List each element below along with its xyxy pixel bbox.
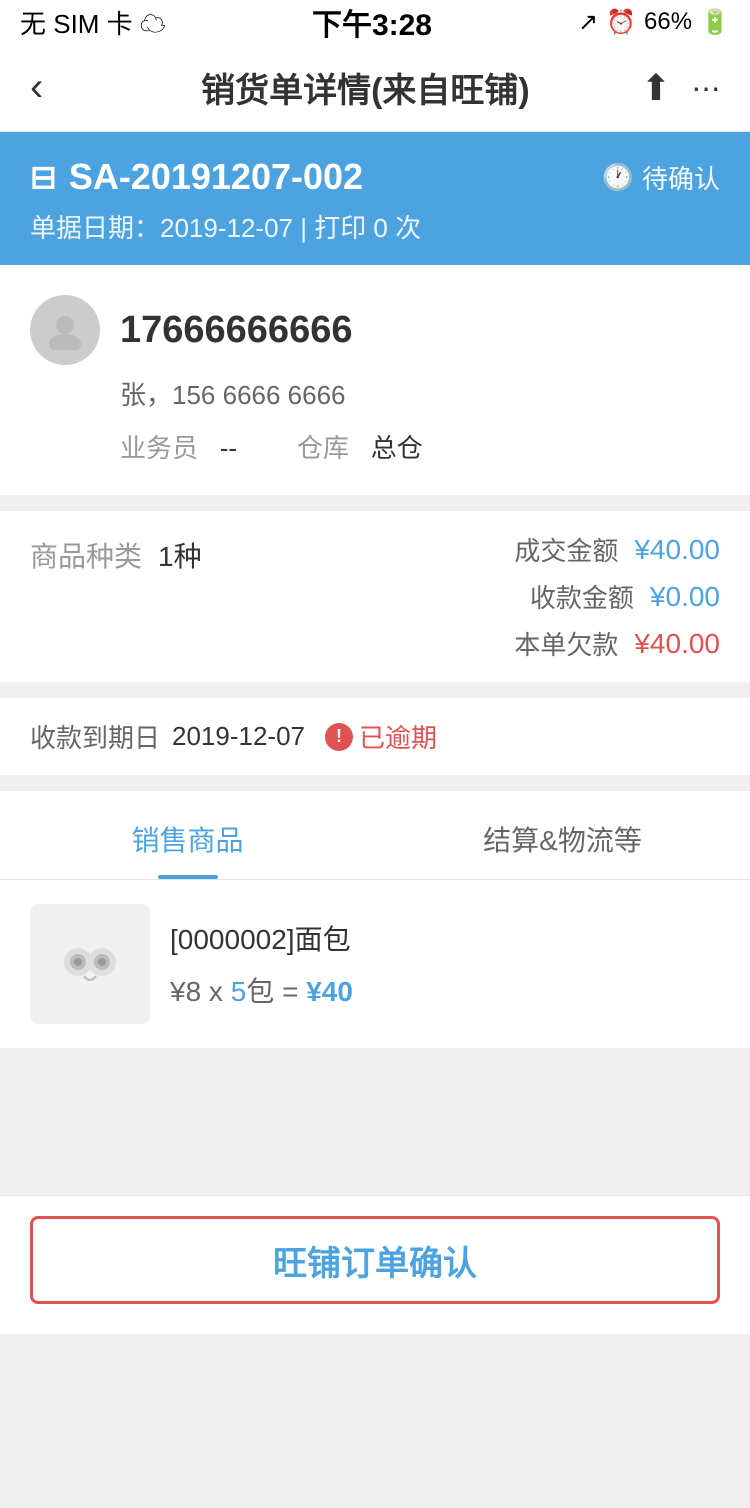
alarm-icon: ⏰ xyxy=(606,8,636,37)
status-left: 无 SIM 卡 ☁ xyxy=(20,4,166,41)
customer-phone: 17666666666 xyxy=(120,309,352,352)
nav-bar: ‹ 销货单详情(来自旺铺) ⬆ ··· xyxy=(0,44,750,132)
amounts: 成交金额 ¥40.00 收款金额 ¥0.00 本单欠款 ¥40.00 xyxy=(514,531,720,662)
owed-amount-row: 本单欠款 ¥40.00 xyxy=(514,625,720,662)
status-bar: 无 SIM 卡 ☁ 下午3:28 ↗ ⏰ 66% 🔋 xyxy=(0,0,750,44)
location-icon: ↗ xyxy=(578,8,598,37)
page-title: 销货单详情(来自旺铺) xyxy=(90,63,641,112)
summary-row: 商品种类 1种 成交金额 ¥40.00 收款金额 ¥0.00 本单欠款 ¥40.… xyxy=(30,531,720,662)
sim-status: 无 SIM 卡 ☁ xyxy=(20,4,166,41)
tab-sales-products[interactable]: 销售商品 xyxy=(0,791,375,879)
salesperson-label: 业务员 xyxy=(120,433,198,463)
product-types-label: 商品种类 xyxy=(30,535,142,575)
customer-row: 17666666666 xyxy=(30,295,720,365)
warehouse-label: 仓库 xyxy=(297,433,349,463)
customer-name: 张，156 6666 6666 xyxy=(120,375,720,412)
overdue-icon: ! xyxy=(325,723,353,751)
product-item: [0000002]面包 ¥8 x 5包 = ¥40 xyxy=(30,904,720,1024)
order-date: 单据日期：2019-12-07 | 打印 0 次 xyxy=(30,208,720,245)
product-unit: 包 xyxy=(246,976,274,1007)
product-price: ¥8 x xyxy=(170,976,231,1007)
tabs: 销售商品 结算&物流等 xyxy=(0,791,750,880)
product-qty: 5 xyxy=(231,976,247,1007)
tab-settlement-label: 结算&物流等 xyxy=(483,825,642,856)
product-equals: = xyxy=(274,976,306,1007)
product-thumbnail xyxy=(30,904,150,1024)
overdue-text: 已逾期 xyxy=(359,718,437,755)
product-info: [0000002]面包 ¥8 x 5包 = ¥40 xyxy=(170,918,720,1010)
order-id: ⊟ SA-20191207-002 xyxy=(30,156,363,198)
summary-section: 商品种类 1种 成交金额 ¥40.00 收款金额 ¥0.00 本单欠款 ¥40.… xyxy=(0,511,750,682)
status-time: 下午3:28 xyxy=(312,0,432,44)
product-total: ¥40 xyxy=(306,976,353,1007)
transaction-label: 成交金额 xyxy=(514,531,618,568)
order-header: ⊟ SA-20191207-002 🕐 待确认 单据日期：2019-12-07 … xyxy=(0,132,750,265)
product-types-value: 1种 xyxy=(158,535,202,575)
battery-icon: 🔋 xyxy=(700,8,730,37)
due-section: 收款到期日 2019-12-07 ! 已逾期 xyxy=(0,698,750,775)
order-status: 🕐 待确认 xyxy=(602,159,720,196)
nav-actions: ⬆ ··· xyxy=(641,67,720,109)
confirm-button[interactable]: 旺铺订单确认 xyxy=(30,1216,720,1304)
owed-label: 本单欠款 xyxy=(514,625,618,662)
owed-value: ¥40.00 xyxy=(634,628,720,660)
product-types: 商品种类 1种 xyxy=(30,531,202,575)
salesperson-value: -- xyxy=(220,433,237,463)
customer-meta: 业务员 -- 仓库 总仓 xyxy=(120,428,720,465)
received-amount-row: 收款金额 ¥0.00 xyxy=(530,578,720,615)
tab-settlement[interactable]: 结算&物流等 xyxy=(375,791,750,879)
order-id-text: SA-20191207-002 xyxy=(69,156,363,198)
more-button[interactable]: ··· xyxy=(691,69,720,106)
product-price-row: ¥8 x 5包 = ¥40 xyxy=(170,970,720,1010)
status-right: ↗ ⏰ 66% 🔋 xyxy=(578,8,730,37)
customer-section: 17666666666 张，156 6666 6666 业务员 -- 仓库 总仓 xyxy=(0,265,750,495)
back-button[interactable]: ‹ xyxy=(30,65,90,110)
overdue-badge: ! 已逾期 xyxy=(325,718,437,755)
transaction-amount-row: 成交金额 ¥40.00 xyxy=(514,531,720,568)
received-label: 收款金额 xyxy=(530,578,634,615)
product-name: [0000002]面包 xyxy=(170,918,720,958)
bottom-bar: 旺铺订单确认 xyxy=(0,1195,750,1334)
received-value: ¥0.00 xyxy=(650,581,720,613)
due-date: 2019-12-07 xyxy=(172,721,305,752)
status-clock-icon: 🕐 xyxy=(602,162,634,193)
warehouse-value: 总仓 xyxy=(371,433,423,463)
status-text: 待确认 xyxy=(642,159,720,196)
transaction-value: ¥40.00 xyxy=(634,534,720,566)
product-section: [0000002]面包 ¥8 x 5包 = ¥40 xyxy=(0,880,750,1048)
due-label: 收款到期日 xyxy=(30,718,160,755)
order-id-row: ⊟ SA-20191207-002 🕐 待确认 xyxy=(30,156,720,198)
avatar xyxy=(30,295,100,365)
tab-sales-label: 销售商品 xyxy=(131,825,243,856)
battery-status: 66% xyxy=(644,8,692,36)
order-icon: ⊟ xyxy=(30,158,57,196)
share-button[interactable]: ⬆ xyxy=(641,67,671,109)
